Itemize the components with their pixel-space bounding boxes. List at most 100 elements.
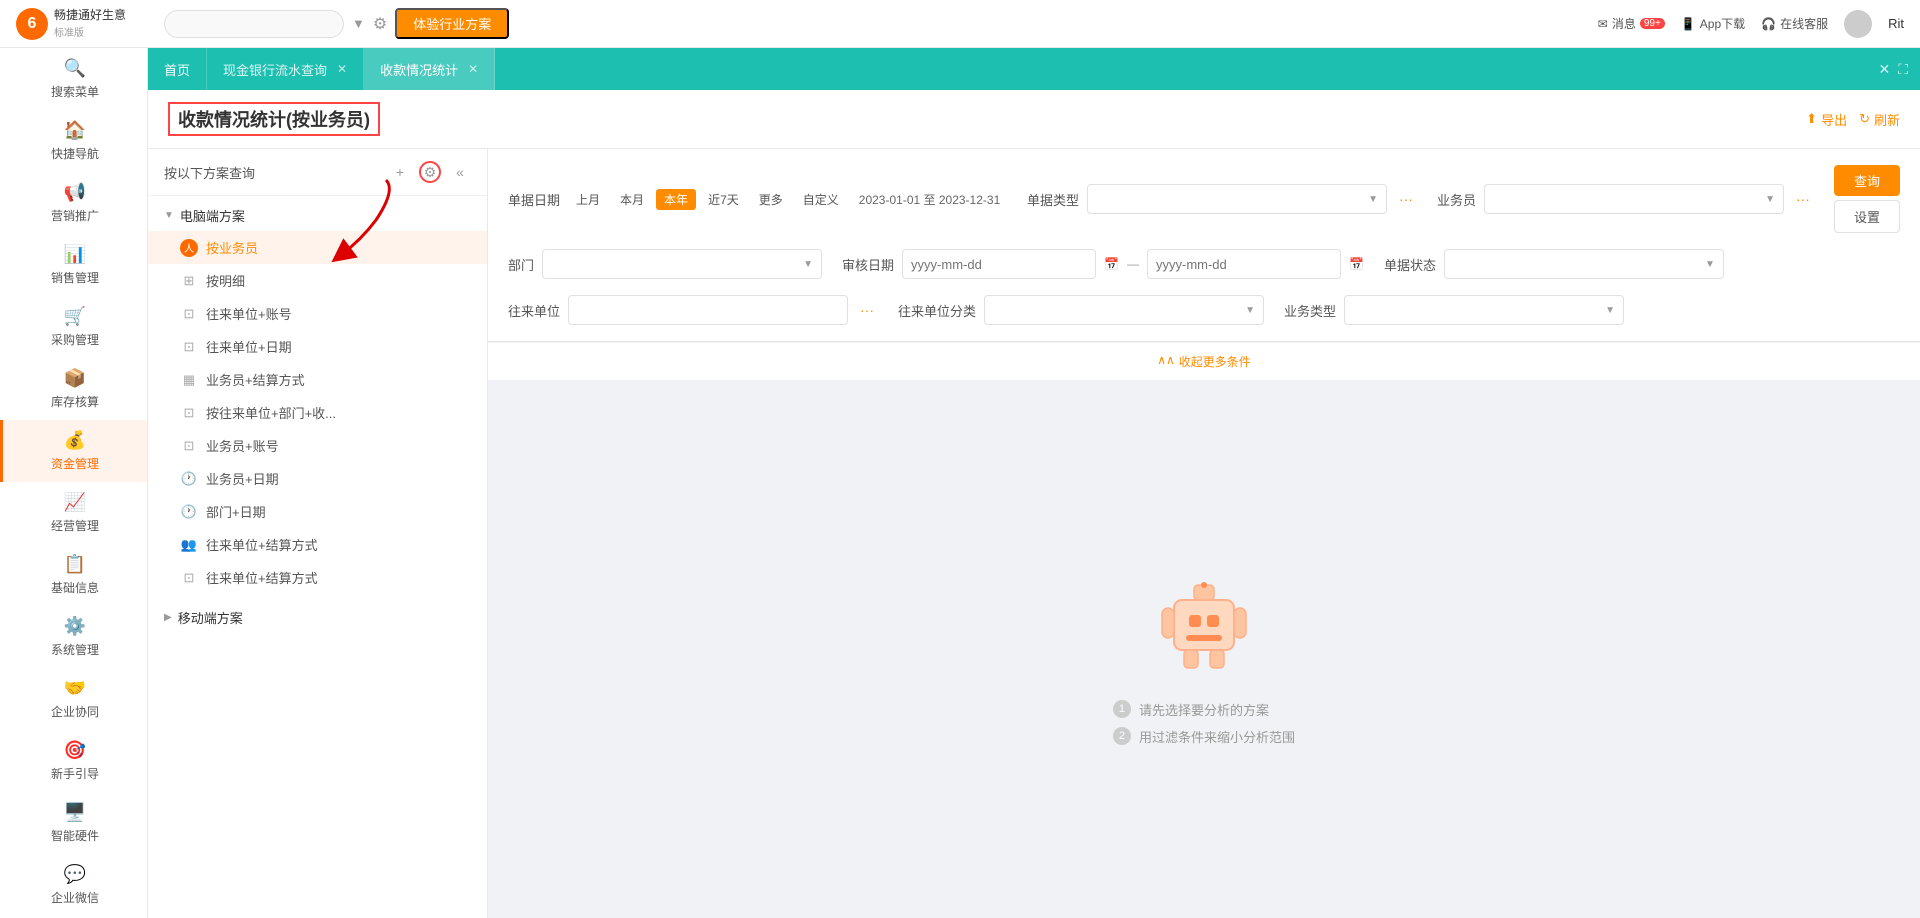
sidebar-item-sales[interactable]: 📊 销售管理 [0, 234, 147, 296]
tab-bank-label: 现金银行流水查询 [223, 60, 327, 79]
counterpart-more-icon[interactable]: ··· [856, 302, 878, 318]
refresh-button[interactable]: ↻ 刷新 [1859, 110, 1900, 129]
scheme-item-counterpart-settlement1[interactable]: 👥 往来单位+结算方式 [148, 528, 487, 561]
date-tab-custom[interactable]: 自定义 [795, 189, 847, 210]
scheme-grid2-icon: ⊡ [180, 305, 198, 323]
desktop-group-label: 电脑端方案 [180, 206, 245, 225]
bill-type-more-icon[interactable]: ··· [1395, 191, 1417, 207]
inventory-icon: 📦 [64, 368, 86, 389]
date-tab-last7[interactable]: 近7天 [700, 189, 747, 210]
tab-bank[interactable]: 现金银行流水查询 ✕ [207, 48, 364, 90]
tab-expand-icon[interactable]: ⛶ [1898, 61, 1908, 78]
export-icon: ⬆ [1806, 111, 1817, 127]
sidebar-item-weixin[interactable]: 💬 企业微信 [0, 854, 147, 916]
scheme-item-by-salesman[interactable]: 人 按业务员 [148, 231, 487, 264]
salesman-select[interactable]: ▼ [1484, 184, 1784, 214]
sidebar-item-marketing[interactable]: 📢 营销推广 [0, 172, 147, 234]
sidebar-item-enterprise[interactable]: 🤝 企业协同 [0, 668, 147, 730]
sidebar-item-hardware[interactable]: 🖥️ 智能硬件 [0, 792, 147, 854]
home-icon: 🏠 [64, 120, 86, 141]
scheme-by-detail-label: 按明细 [206, 271, 245, 290]
gear-settings-icon[interactable]: ⚙ [373, 14, 387, 34]
header-search-area: ▼ ⚙ 体验行业方案 [164, 8, 1598, 39]
scheme-item-counterpart-dept[interactable]: ⊡ 按往来单位+部门+收... [148, 396, 487, 429]
salesman-more-icon[interactable]: ··· [1792, 191, 1814, 207]
scheme-salesman-date-label: 业务员+日期 [206, 469, 279, 488]
tab-receipt-close-icon[interactable]: ✕ [468, 63, 478, 75]
desktop-group-header[interactable]: ▼ 电脑端方案 [148, 200, 487, 231]
bill-status-label: 单据状态 [1384, 255, 1436, 274]
scheme-item-salesman-account[interactable]: ⊡ 业务员+账号 [148, 429, 487, 462]
enterprise-icon: 🤝 [64, 678, 86, 699]
app-download-label: App下载 [1700, 15, 1745, 32]
sidebar-item-quicknav[interactable]: 🏠 快捷导航 [0, 110, 147, 172]
review-date-start-input[interactable] [902, 249, 1096, 279]
review-date-end-input[interactable] [1147, 249, 1341, 279]
filter-panel: 单据日期 上月 本月 本年 近7天 更多 自定义 [488, 149, 1920, 342]
tab-bank-close-icon[interactable]: ✕ [337, 63, 347, 75]
sidebar-item-inventory[interactable]: 📦 库存核算 [0, 358, 147, 420]
business-type-select[interactable]: ▼ [1344, 295, 1624, 325]
sidebar-item-system[interactable]: ⚙️ 系统管理 [0, 606, 147, 668]
date-tab-last-month[interactable]: 上月 [568, 189, 608, 210]
online-service-area[interactable]: 🎧 在线客服 [1761, 15, 1828, 32]
add-scheme-icon[interactable]: + [389, 161, 411, 183]
header-search-input[interactable] [164, 10, 344, 38]
date-filter-label: 单据日期 [508, 190, 560, 209]
phone-icon: 📱 [1681, 17, 1696, 31]
sidebar-item-purchase[interactable]: 🛒 采购管理 [0, 296, 147, 358]
main-layout: 🔍 搜索菜单 🏠 快捷导航 📢 营销推广 📊 销售管理 🛒 采购管理 📦 库存核… [0, 48, 1920, 918]
search-dropdown-icon[interactable]: ▼ [352, 16, 365, 31]
sidebar-item-basic[interactable]: 📋 基础信息 [0, 544, 147, 606]
scheme-settings-icon[interactable]: ⚙ [419, 161, 441, 183]
logo-icon: 6 [16, 8, 48, 40]
sidebar-item-finance[interactable]: 💰 资金管理 [0, 420, 147, 482]
scheme-item-by-detail[interactable]: ⊞ 按明细 [148, 264, 487, 297]
purchase-icon: 🛒 [64, 306, 86, 327]
app-download-area[interactable]: 📱 App下载 [1681, 15, 1745, 32]
sidebar-label-marketing: 营销推广 [51, 207, 99, 224]
bill-status-select[interactable]: ▼ [1444, 249, 1724, 279]
bill-type-select[interactable]: ▼ [1087, 184, 1387, 214]
scheme-item-counterpart-settlement2[interactable]: ⊡ 往来单位+结算方式 [148, 561, 487, 594]
date-tab-this-month[interactable]: 本月 [612, 189, 652, 210]
mobile-group-header[interactable]: ▶ 移动端方案 [148, 602, 487, 633]
tab-bar-actions: ✕ ⛶ [1878, 61, 1920, 78]
date-tab-more[interactable]: 更多 [751, 189, 791, 210]
user-avatar[interactable] [1844, 10, 1872, 38]
scheme-item-dept-date[interactable]: 🕐 部门+日期 [148, 495, 487, 528]
counterpart-category-select[interactable]: ▼ [984, 295, 1264, 325]
bill-type-arrow-icon: ▼ [1368, 194, 1378, 205]
filter-row-1: 单据日期 上月 本月 本年 近7天 更多 自定义 [508, 165, 1900, 233]
date-tab-this-year[interactable]: 本年 [656, 189, 696, 210]
scheme-item-salesman-settlement[interactable]: ▦ 业务员+结算方式 [148, 363, 487, 396]
desktop-scheme-group: ▼ 电脑端方案 人 按业务员 ⊞ 按明细 ⊡ [148, 196, 487, 598]
sidebar-item-newguide[interactable]: 🎯 新手引导 [0, 730, 147, 792]
tab-receipt[interactable]: 收款情况统计 ✕ [364, 48, 495, 90]
message-area[interactable]: ✉ 消息 99+ [1598, 15, 1665, 32]
counterpart-select[interactable] [568, 295, 848, 325]
sidebar-item-operation[interactable]: 📈 经营管理 [0, 482, 147, 544]
mobile-group-label: 移动端方案 [178, 608, 243, 627]
calendar-end-icon[interactable]: 📅 [1349, 257, 1364, 271]
industry-solution-button[interactable]: 体验行业方案 [395, 8, 509, 39]
scheme-person-icon: 人 [180, 239, 198, 257]
scheme-item-salesman-date[interactable]: 🕐 业务员+日期 [148, 462, 487, 495]
settings-button[interactable]: 设置 [1834, 200, 1900, 233]
sidebar-label-hardware: 智能硬件 [51, 827, 99, 844]
calendar-start-icon[interactable]: 📅 [1104, 257, 1119, 271]
collapse-bar[interactable]: ∧∧ 收起更多条件 [488, 342, 1920, 380]
tab-close-all-icon[interactable]: ✕ [1878, 61, 1890, 78]
tip-num-2: 2 [1113, 727, 1131, 745]
page-header: 收款情况统计(按业务员) ⬆ 导出 ↻ 刷新 [148, 90, 1920, 149]
query-button[interactable]: 查询 [1834, 165, 1900, 196]
scheme-item-counterpart-account[interactable]: ⊡ 往来单位+账号 [148, 297, 487, 330]
dept-select[interactable]: ▼ [542, 249, 822, 279]
counterpart-cat-arrow-icon: ▼ [1245, 305, 1255, 316]
scheme-item-counterpart-date[interactable]: ⊡ 往来单位+日期 [148, 330, 487, 363]
sidebar-item-search[interactable]: 🔍 搜索菜单 [0, 48, 147, 110]
panel-collapse-icon[interactable]: « [449, 161, 471, 183]
scheme-salesman-account-label: 业务员+账号 [206, 436, 279, 455]
export-button[interactable]: ⬆ 导出 [1806, 110, 1847, 129]
tab-home[interactable]: 首页 [148, 48, 207, 90]
